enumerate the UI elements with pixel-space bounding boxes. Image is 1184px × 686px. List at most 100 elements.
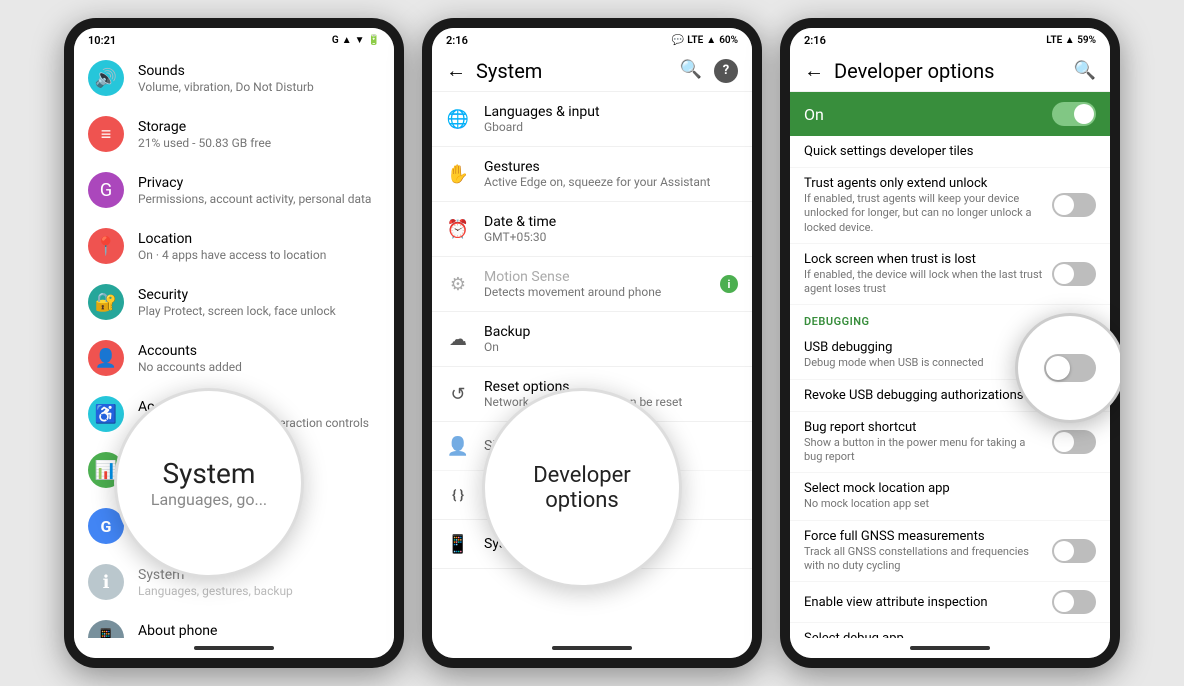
security-subtitle: Play Protect, screen lock, face unlock (138, 304, 380, 318)
security-title: Security (138, 287, 380, 303)
settings-item-system[interactable]: ℹ System Languages, gestures, backup (74, 554, 394, 610)
settings-item-about[interactable]: 📱 About phone Pixel 4 XL (74, 610, 394, 638)
accounts-title: Accounts (138, 343, 380, 359)
phone-2: 2:16 💬 LTE ▲ 60% ← System 🔍 ? (422, 18, 762, 668)
settings-item-privacy[interactable]: G Privacy Permissions, account activity,… (74, 162, 394, 218)
accounts-subtitle: No accounts added (138, 360, 380, 374)
dev-item-lock-screen[interactable]: Lock screen when trust is lost If enable… (790, 244, 1110, 306)
trust-agents-toggle[interactable] (1052, 193, 1096, 217)
settings-list-1: 🔊 Sounds Volume, vibration, Do Not Distu… (74, 50, 394, 638)
search-button-3[interactable]: 🔍 (1074, 60, 1096, 81)
gestures-icon: ✋ (446, 162, 470, 186)
location-title: Location (138, 231, 380, 247)
status-bar-2: 2:16 💬 LTE ▲ 60% (432, 28, 752, 50)
search-button-2[interactable]: 🔍 (680, 59, 702, 83)
settings-item-storage[interactable]: ≡ Storage 21% used - 50.83 GB free (74, 106, 394, 162)
dev-item-revoke-usb[interactable]: Revoke USB debugging authorizations (790, 380, 1110, 412)
system-item-update[interactable]: 📱 System update (432, 520, 752, 569)
bottom-bar-2 (552, 646, 632, 650)
dev-on-header: On (790, 92, 1110, 136)
lte-icon: LTE (687, 35, 703, 46)
status-bar-3: 2:16 LTE ▲ 59% (790, 28, 1110, 50)
app-container: 10:21 G ▲ ▼ 🔋 🔊 Sounds Volume, vibration… (0, 0, 1184, 686)
dev-item-quick-settings[interactable]: Quick settings developer tiles (790, 136, 1110, 168)
privacy-title: Privacy (138, 175, 380, 191)
settings-item-accounts[interactable]: 👤 Accounts No accounts added (74, 330, 394, 386)
digital-wellbeing-subtitle: Screen time, Wind Down (138, 472, 380, 486)
dev-item-view-attr[interactable]: Enable view attribute inspection (790, 582, 1110, 623)
system-item-developer[interactable]: { } Developer options (432, 471, 752, 520)
view-attr-toggle[interactable] (1052, 590, 1096, 614)
sounds-icon: 🔊 (88, 60, 124, 96)
dev-item-mock-location[interactable]: Select mock location app No mock locatio… (790, 473, 1110, 520)
back-button-3[interactable]: ← (804, 58, 824, 83)
about-title: About phone (138, 623, 380, 639)
accessibility-title: Accessibility (138, 399, 380, 415)
settings-item-location[interactable]: 📍 Location On · 4 apps have access to lo… (74, 218, 394, 274)
dev-on-toggle[interactable] (1052, 102, 1096, 126)
settings-item-sounds[interactable]: 🔊 Sounds Volume, vibration, Do Not Distu… (74, 50, 394, 106)
help-button-2[interactable]: ? (714, 59, 738, 83)
wifi-icon: ▲ (342, 35, 352, 46)
google-settings-icon: G (88, 508, 124, 544)
system-item-datetime[interactable]: ⏰ Date & time GMT+05:30 (432, 202, 752, 257)
gnss-toggle[interactable] (1052, 539, 1096, 563)
status-icons-3: LTE ▲ 59% (1046, 35, 1096, 46)
accounts-icon: 👤 (88, 340, 124, 376)
system-title: System (138, 567, 380, 583)
system-item-reset[interactable]: ↺ Reset options Network, apps, or device… (432, 367, 752, 422)
dev-item-gnss[interactable]: Force full GNSS measurements Track all G… (790, 521, 1110, 583)
dev-item-debug-app[interactable]: Select debug app (790, 623, 1110, 638)
location-subtitle: On · 4 apps have access to location (138, 248, 380, 262)
reset-icon: ↺ (446, 382, 470, 406)
storage-title: Storage (138, 119, 380, 135)
signal-2-icon: ▲ (706, 35, 716, 46)
accessibility-subtitle: Screen readers, display, interaction con… (138, 416, 380, 430)
dev-item-usb-debugging[interactable]: USB debugging Debug mode when USB is con… (790, 332, 1110, 379)
digital-wellbeing-icon: 📊 (88, 452, 124, 488)
bug-report-toggle[interactable] (1052, 430, 1096, 454)
users-icon: 👤 (446, 434, 470, 458)
google-icon: G (332, 35, 339, 46)
system-item-users[interactable]: 👤 Signed in as Owner (432, 422, 752, 471)
storage-subtitle: 21% used - 50.83 GB free (138, 136, 380, 150)
developer-icon: { } (446, 483, 470, 507)
bottom-bar-3 (910, 646, 990, 650)
screen-title-2: System (476, 59, 680, 83)
settings-item-accessibility[interactable]: ♿ Accessibility Screen readers, display,… (74, 386, 394, 442)
system-item-languages[interactable]: 🌐 Languages & input Gboard (432, 92, 752, 147)
system-list: 🌐 Languages & input Gboard ✋ Gestures Ac… (432, 92, 752, 638)
status-time-1: 10:21 (88, 34, 116, 47)
whatsapp-icon: 💬 (672, 35, 684, 46)
lock-screen-toggle[interactable] (1052, 262, 1096, 286)
bottom-bar-1 (194, 646, 274, 650)
update-icon: 📱 (446, 532, 470, 556)
system-item-motion[interactable]: ⚙ Motion Sense Detects movement around p… (432, 257, 752, 312)
backup-icon: ☁ (446, 327, 470, 351)
location-icon: 📍 (88, 228, 124, 264)
phone-1: 10:21 G ▲ ▼ 🔋 🔊 Sounds Volume, vibration… (64, 18, 404, 668)
system-item-gestures[interactable]: ✋ Gestures Active Edge on, squeeze for y… (432, 147, 752, 202)
dev-item-bug-report[interactable]: Bug report shortcut Show a button in the… (790, 412, 1110, 474)
screen-title-3: Developer options (834, 59, 1074, 83)
security-icon: 🔐 (88, 284, 124, 320)
phone-bottom-2 (432, 638, 752, 658)
dev-item-trust-agents[interactable]: Trust agents only extend unlock If enabl… (790, 168, 1110, 244)
settings-item-security[interactable]: 🔐 Security Play Protect, screen lock, fa… (74, 274, 394, 330)
digital-wellbeing-title: Digital Wellbeing (138, 455, 380, 471)
settings-item-digital-wellbeing[interactable]: 📊 Digital Wellbeing Screen time, Wind Do… (74, 442, 394, 498)
battery-icon: 🔋 (368, 35, 380, 46)
google-title: Google (138, 518, 380, 534)
system-item-backup[interactable]: ☁ Backup On (432, 312, 752, 367)
usb-debugging-toggle[interactable] (1052, 344, 1096, 368)
back-button-2[interactable]: ← (446, 58, 466, 83)
status-time-2: 2:16 (446, 34, 468, 47)
dev-on-label: On (804, 105, 824, 124)
app-bar-2: ← System 🔍 ? (432, 50, 752, 92)
sounds-subtitle: Volume, vibration, Do Not Disturb (138, 80, 380, 94)
privacy-subtitle: Permissions, account activity, personal … (138, 192, 380, 206)
settings-item-google[interactable]: G Google (74, 498, 394, 554)
phone-bottom-1 (74, 638, 394, 658)
about-icon: 📱 (88, 620, 124, 638)
signal-icon: ▼ (355, 35, 365, 46)
